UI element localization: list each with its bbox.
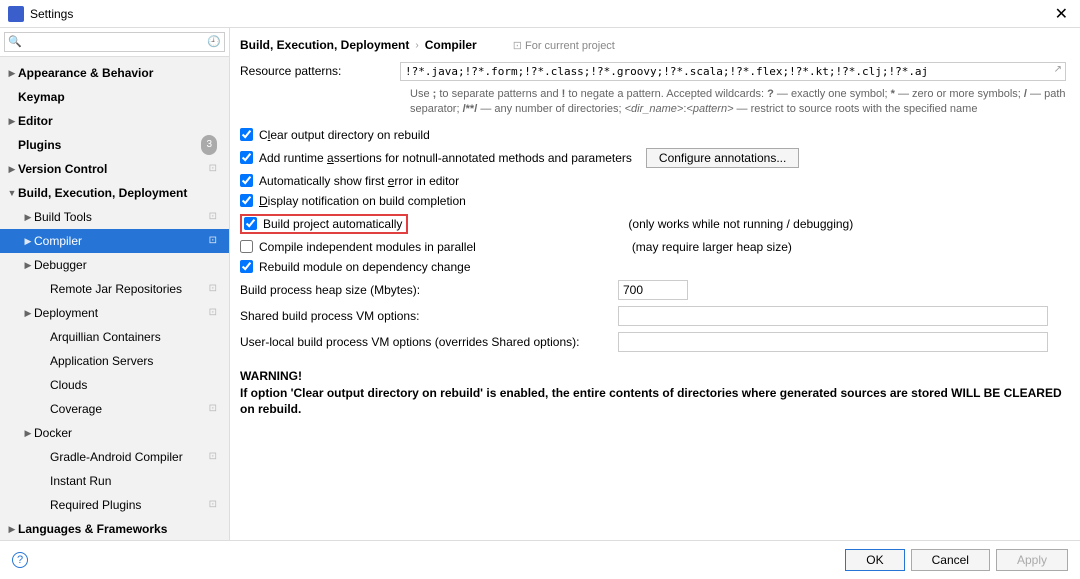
help-icon[interactable]: ? — [12, 552, 28, 568]
footer: ? OK Cancel Apply — [0, 540, 1080, 579]
compile-parallel-note: (may require larger heap size) — [632, 240, 792, 254]
warning-block: WARNING! If option 'Clear output directo… — [240, 368, 1066, 418]
close-icon[interactable]: ✕ — [1051, 4, 1072, 24]
tree-remote-jar[interactable]: Remote Jar Repositories⊡ — [0, 277, 229, 301]
shared-vm-input[interactable] — [618, 306, 1048, 326]
clear-output-checkbox[interactable] — [240, 128, 253, 141]
tree-required-plugins[interactable]: Required Plugins⊡ — [0, 493, 229, 517]
search-icon: 🔍 — [8, 35, 22, 48]
scope-icon: ⊡ — [209, 231, 217, 251]
tree-app-servers[interactable]: Application Servers — [0, 349, 229, 373]
tree-keymap[interactable]: Keymap — [0, 85, 229, 109]
display-notification-checkbox[interactable] — [240, 194, 253, 207]
sidebar: 🔍 🕘 ▶Appearance & Behavior Keymap ▶Edito… — [0, 28, 230, 540]
scope-icon: ⊡ — [209, 279, 217, 299]
tree-plugins[interactable]: Plugins3 — [0, 133, 229, 157]
settings-tree: ▶Appearance & Behavior Keymap ▶Editor Pl… — [0, 57, 229, 540]
app-icon — [8, 6, 24, 22]
tree-debugger[interactable]: ▶Debugger — [0, 253, 229, 277]
configure-annotations-button[interactable]: Configure annotations... — [646, 148, 799, 168]
rebuild-dep-row: Rebuild module on dependency change — [240, 260, 1066, 274]
user-vm-input[interactable] — [618, 332, 1048, 352]
tree-build-tools[interactable]: ▶Build Tools⊡ — [0, 205, 229, 229]
scope-icon: ⊡ — [209, 399, 217, 419]
main: 🔍 🕘 ▶Appearance & Behavior Keymap ▶Edito… — [0, 28, 1080, 540]
clear-output-label[interactable]: Clear output directory on rebuild — [259, 128, 430, 142]
auto-first-error-label[interactable]: Automatically show first error in editor — [259, 174, 459, 188]
window-title: Settings — [30, 7, 1051, 21]
build-auto-label[interactable]: Build project automatically — [263, 217, 402, 231]
display-notification-row: Display notification on build completion — [240, 194, 1066, 208]
scope-icon: ⊡ — [209, 207, 217, 227]
heap-size-label: Build process heap size (Mbytes): — [240, 283, 610, 297]
tree-instant-run[interactable]: Instant Run — [0, 469, 229, 493]
tree-deployment[interactable]: ▶Deployment⊡ — [0, 301, 229, 325]
shared-vm-label: Shared build process VM options: — [240, 309, 610, 323]
display-notification-label[interactable]: Display notification on build completion — [259, 194, 466, 208]
apply-button[interactable]: Apply — [996, 549, 1068, 571]
scope-label: For current project — [513, 39, 615, 52]
expand-icon[interactable]: ↗ — [1054, 64, 1062, 75]
scope-icon: ⊡ — [209, 495, 217, 515]
add-runtime-row: Add runtime assertions for notnull-annot… — [240, 148, 1066, 168]
patterns-hint: Use ; to separate patterns and ! to nega… — [410, 87, 1066, 118]
auto-first-error-row: Automatically show first error in editor — [240, 174, 1066, 188]
titlebar: Settings ✕ — [0, 0, 1080, 28]
rebuild-dep-label[interactable]: Rebuild module on dependency change — [259, 260, 471, 274]
auto-first-error-checkbox[interactable] — [240, 174, 253, 187]
add-runtime-checkbox[interactable] — [240, 151, 253, 164]
tree-editor[interactable]: ▶Editor — [0, 109, 229, 133]
tree-vcs[interactable]: ▶Version Control⊡ — [0, 157, 229, 181]
compiler-form: Resource patterns: ↗ Use ; to separate p… — [240, 62, 1066, 540]
breadcrumb: Build, Execution, Deployment › Compiler … — [240, 36, 1066, 62]
plugins-badge: 3 — [201, 135, 217, 155]
tree-coverage[interactable]: Coverage⊡ — [0, 397, 229, 421]
build-auto-note: (only works while not running / debuggin… — [628, 217, 853, 231]
heap-size-input[interactable] — [618, 280, 688, 300]
breadcrumb-leaf: Compiler — [425, 38, 477, 52]
clear-output-row: Clear output directory on rebuild — [240, 128, 1066, 142]
add-runtime-label[interactable]: Add runtime assertions for notnull-annot… — [259, 151, 632, 165]
tree-arquillian[interactable]: Arquillian Containers — [0, 325, 229, 349]
tree-lang-fw[interactable]: ▶Languages & Frameworks — [0, 517, 229, 540]
content: Build, Execution, Deployment › Compiler … — [230, 28, 1080, 540]
resource-patterns-input[interactable] — [400, 62, 1066, 81]
compile-parallel-row: Compile independent modules in parallel … — [240, 240, 1066, 254]
scope-icon: ⊡ — [209, 303, 217, 323]
breadcrumb-root[interactable]: Build, Execution, Deployment — [240, 38, 409, 52]
search-box: 🔍 🕘 — [0, 28, 229, 57]
search-input[interactable] — [4, 32, 225, 52]
tree-docker[interactable]: ▶Docker — [0, 421, 229, 445]
build-auto-row: Build project automatically — [240, 214, 408, 234]
scope-icon: ⊡ — [209, 159, 217, 179]
compile-parallel-checkbox[interactable] — [240, 240, 253, 253]
tree-bed[interactable]: ▼Build, Execution, Deployment — [0, 181, 229, 205]
rebuild-dep-checkbox[interactable] — [240, 260, 253, 273]
warning-body: If option 'Clear output directory on reb… — [240, 385, 1066, 419]
scope-icon: ⊡ — [209, 447, 217, 467]
cancel-button[interactable]: Cancel — [911, 549, 990, 571]
history-icon[interactable]: 🕘 — [207, 35, 221, 48]
tree-gradle-android[interactable]: Gradle-Android Compiler⊡ — [0, 445, 229, 469]
tree-compiler[interactable]: ▶Compiler⊡ — [0, 229, 229, 253]
resource-patterns-label: Resource patterns: — [240, 62, 400, 78]
tree-clouds[interactable]: Clouds — [0, 373, 229, 397]
ok-button[interactable]: OK — [845, 549, 904, 571]
tree-appearance[interactable]: ▶Appearance & Behavior — [0, 61, 229, 85]
warning-heading: WARNING! — [240, 368, 1066, 385]
user-vm-label: User-local build process VM options (ove… — [240, 335, 610, 349]
chevron-right-icon: › — [415, 40, 418, 51]
build-auto-checkbox[interactable] — [244, 217, 257, 230]
compile-parallel-label[interactable]: Compile independent modules in parallel — [259, 240, 476, 254]
